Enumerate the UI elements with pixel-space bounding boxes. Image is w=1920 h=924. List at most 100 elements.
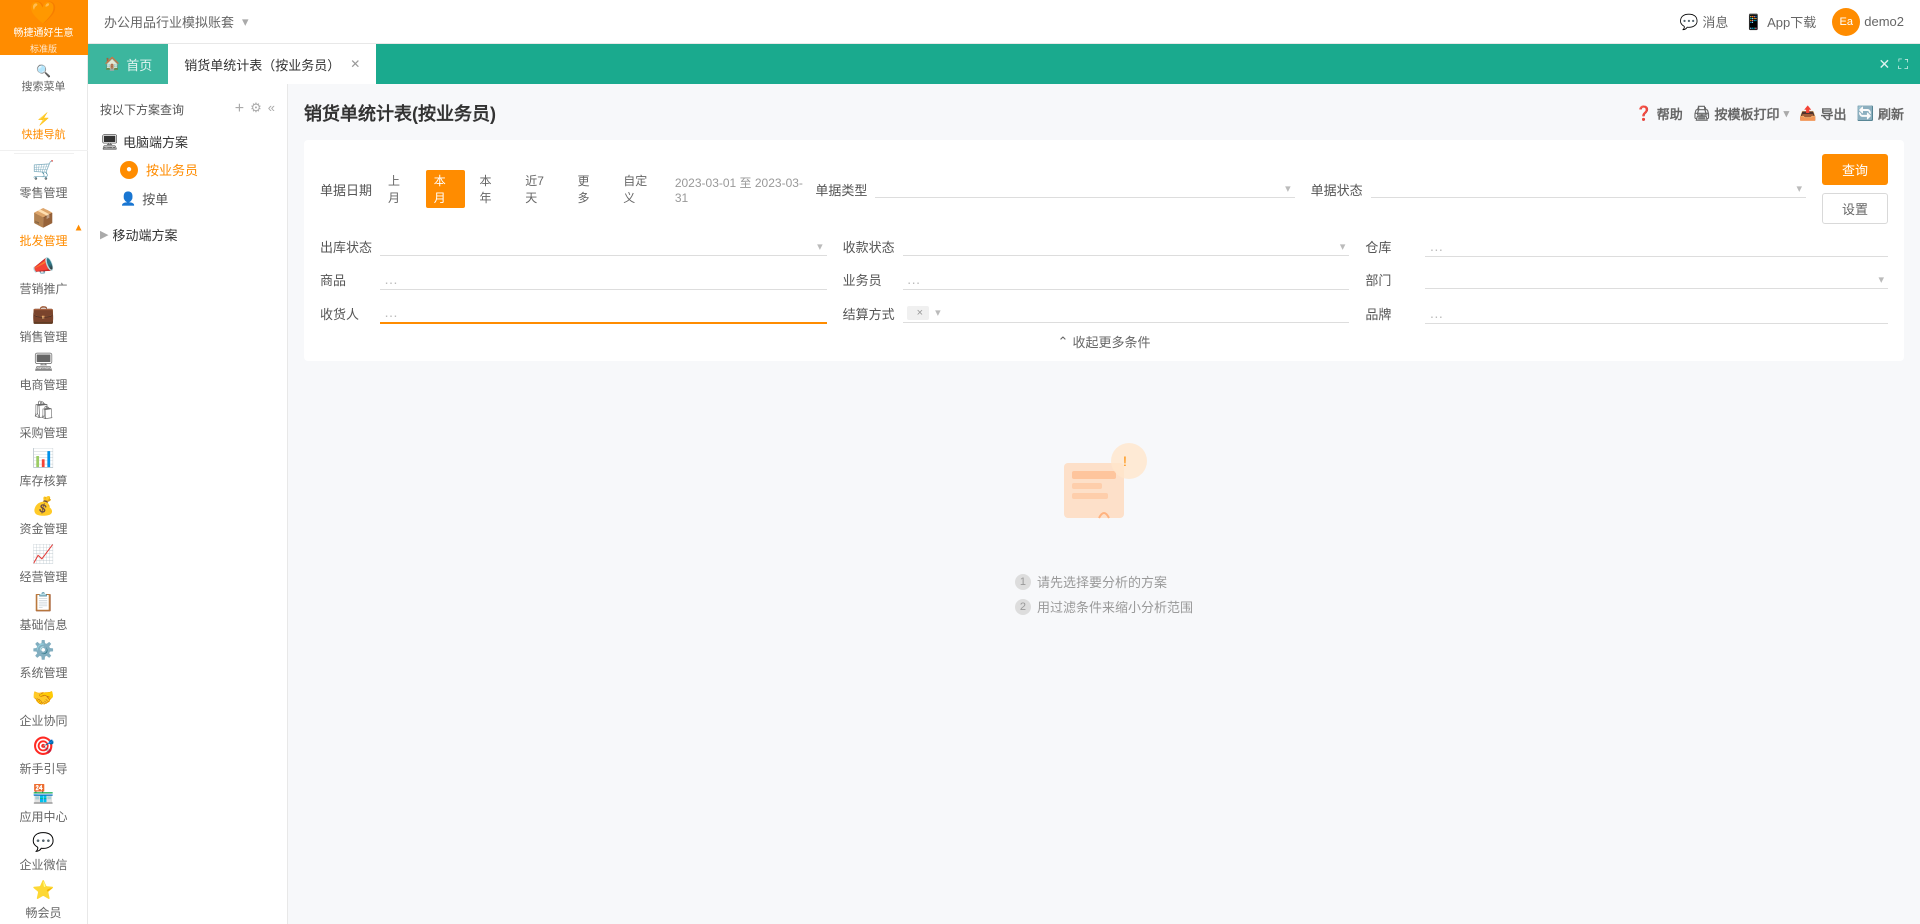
sidebar-item-corp[interactable]: 🤝 企业协同 (0, 684, 88, 732)
app-logo[interactable]: 🧡 畅捷通好生意 标准版 (0, 0, 88, 55)
sidebar-item-member[interactable]: ⭐ 畅会员 (0, 876, 88, 924)
scheme-by-salesman[interactable]: ● 按业务员 (100, 155, 275, 184)
ecommerce-icon: 🖥 (32, 352, 55, 373)
date-btn-custom[interactable]: 自定义 (615, 170, 667, 208)
out-status-select[interactable]: ▾ (380, 238, 827, 256)
sidebar-item-newbie[interactable]: 🎯 新手引导 (0, 732, 88, 780)
tab-close-icon[interactable]: ✕ (350, 57, 360, 71)
consignee-label: 收货人 (320, 304, 380, 323)
scheme-order-label: 按单 (142, 189, 168, 208)
sidebar-item-stock[interactable]: 📊 库存核算 (0, 444, 88, 492)
date-btn-7days[interactable]: 近7天 (517, 170, 563, 208)
svg-text:!: ! (1123, 453, 1127, 469)
date-btn-last-month[interactable]: 上月 (380, 170, 420, 208)
message-icon: 💬 (1680, 13, 1699, 31)
collapse-btn[interactable]: ⌃ 收起更多条件 (1058, 332, 1151, 351)
collect-status-select[interactable]: ▾ (903, 238, 1350, 256)
pc-section: 🖥 电脑端方案 ● 按业务员 👤 按单 ▶ 移动端方案 (88, 124, 287, 252)
refresh-label: 刷新 (1878, 104, 1904, 123)
empty-tips: 1 请先选择要分析的方案 2 用过滤条件来缩小分析范围 (1015, 572, 1193, 622)
sidebar-stock-label: 库存核算 (19, 472, 67, 489)
help-btn[interactable]: ❓ 帮助 (1635, 104, 1682, 123)
settlement-tag-close[interactable]: × (917, 307, 923, 319)
print-btn[interactable]: 🖨 按模板打印 ▾ (1693, 104, 1789, 123)
quick-icon: ⚡ (36, 112, 51, 126)
brand-input[interactable]: … (1425, 303, 1888, 324)
sidebar-item-system[interactable]: ⚙️ 系统管理 (0, 636, 88, 684)
message-btn[interactable]: 💬 消息 (1680, 12, 1729, 31)
tab-home[interactable]: 🏠 首页 (88, 44, 168, 84)
tab-close-all-icon[interactable]: ✕ (1878, 56, 1890, 73)
phone-icon: 📱 (1744, 13, 1763, 31)
app-download-btn[interactable]: 📱 App下载 (1744, 12, 1816, 31)
doc-type-select[interactable]: ▾ (875, 180, 1294, 198)
sidebar-item-appstore[interactable]: 🏪 应用中心 (0, 780, 88, 828)
sidebar-appstore-label: 应用中心 (19, 808, 67, 825)
settings-button[interactable]: 设置 (1822, 193, 1888, 224)
sidebar: 🧡 畅捷通好生意 标准版 🔍 搜索菜单 ⚡ 快捷导航 🛒 零售管理 📦 批发管理… (0, 0, 88, 924)
date-btn-this-month[interactable]: 本月 (426, 170, 466, 208)
breadcrumb: 办公用品行业模拟账套 (104, 12, 234, 31)
tip-text-2: 用过滤条件来缩小分析范围 (1037, 597, 1193, 616)
query-button[interactable]: 查询 (1822, 154, 1888, 185)
marketing-icon: 📣 (32, 256, 54, 277)
pc-section-label: 电脑端方案 (123, 132, 188, 151)
consignee-input[interactable]: … (380, 302, 827, 324)
goods-input[interactable]: … (380, 269, 827, 290)
export-label: 导出 (1821, 104, 1847, 123)
sidebar-item-purchase[interactable]: 🛍 采购管理 (0, 396, 88, 444)
filter-row-3: 商品 … 业务员 … 部门 (320, 269, 1888, 290)
sidebar-item-quick[interactable]: ⚡ 快捷导航 (0, 103, 88, 151)
pc-section-title[interactable]: 🖥 电脑端方案 (100, 128, 275, 155)
salesman-input[interactable]: … (903, 269, 1350, 290)
user-avatar: Ea (1832, 8, 1860, 36)
breadcrumb-arrow[interactable]: ▾ (242, 14, 249, 30)
page-header: 销货单统计表(按业务员) ❓ 帮助 🖨 按模板打印 ▾ 📤 导出 (304, 100, 1904, 126)
left-panel-header: 按以下方案查询 + ⚙ « (88, 94, 287, 124)
sidebar-item-ecommerce[interactable]: 🖥 电商管理 (0, 348, 88, 396)
sidebar-item-operation[interactable]: 📈 经营管理 (0, 540, 88, 588)
add-scheme-btn[interactable]: + (235, 100, 244, 118)
date-buttons: 上月 本月 本年 近7天 更多 自定义 (380, 170, 667, 208)
sidebar-item-search[interactable]: 🔍 搜索菜单 (0, 55, 88, 103)
filter-row-4: 收货人 … 结算方式 × ▾ (320, 302, 1888, 324)
mobile-section-title[interactable]: ▶ 移动端方案 (100, 221, 275, 248)
sidebar-item-wechat[interactable]: 💬 企业微信 (0, 828, 88, 876)
sidebar-item-wholesale[interactable]: 📦 批发管理 ▲ (0, 204, 88, 252)
date-btn-more[interactable]: 更多 (570, 170, 610, 208)
settlement-select[interactable]: × ▾ (903, 304, 1350, 323)
operation-icon: 📈 (32, 544, 54, 565)
sidebar-item-marketing[interactable]: 📣 营销推广 (0, 252, 88, 300)
settlement-tag: × (907, 306, 929, 320)
sidebar-item-sales[interactable]: 💼 销售管理 (0, 300, 88, 348)
sidebar-item-retail[interactable]: 🛒 零售管理 (0, 156, 88, 204)
date-btn-this-year[interactable]: 本年 (471, 170, 511, 208)
sidebar-operation-label: 经营管理 (19, 568, 67, 585)
filter-doc-type: 单据类型 ▾ (815, 180, 1310, 199)
collapse-panel-btn[interactable]: « (268, 100, 275, 118)
logo-text: 畅捷通好生意 (14, 28, 74, 40)
sidebar-item-finance[interactable]: 💰 资金管理 (0, 492, 88, 540)
filter-settlement: 结算方式 × ▾ (843, 304, 1366, 323)
settings-scheme-btn[interactable]: ⚙ (250, 100, 262, 118)
doc-type-label: 单据类型 (815, 180, 875, 199)
filter-brand: 品牌 … (1365, 303, 1888, 324)
out-status-arrow: ▾ (817, 240, 823, 253)
salesman-dots: … (907, 271, 921, 287)
scheme-by-order[interactable]: 👤 按单 (100, 184, 275, 213)
warehouse-input[interactable]: … (1425, 236, 1888, 257)
refresh-btn[interactable]: 🔄 刷新 (1857, 104, 1904, 123)
user-menu[interactable]: Ea demo2 (1832, 8, 1904, 36)
doc-status-select[interactable]: ▾ (1371, 180, 1806, 198)
tab-expand-icon[interactable]: ⛶ (1898, 56, 1908, 73)
sidebar-item-basic[interactable]: 📋 基础信息 (0, 588, 88, 636)
filter-department: 部门 ▾ (1365, 270, 1888, 289)
sales-icon: 💼 (32, 304, 54, 325)
message-label: 消息 (1702, 12, 1728, 31)
filter-area: 单据日期 上月 本月 本年 近7天 更多 自定义 2023-03-01 至 20… (304, 140, 1904, 361)
brand-label: 品牌 (1365, 304, 1425, 323)
department-select[interactable]: ▾ (1425, 271, 1888, 289)
collapse-row: ⌃ 收起更多条件 (320, 332, 1888, 351)
tab-sales-stat[interactable]: 销货单统计表（按业务员） ✕ (168, 44, 376, 84)
export-btn[interactable]: 📤 导出 (1799, 104, 1846, 123)
